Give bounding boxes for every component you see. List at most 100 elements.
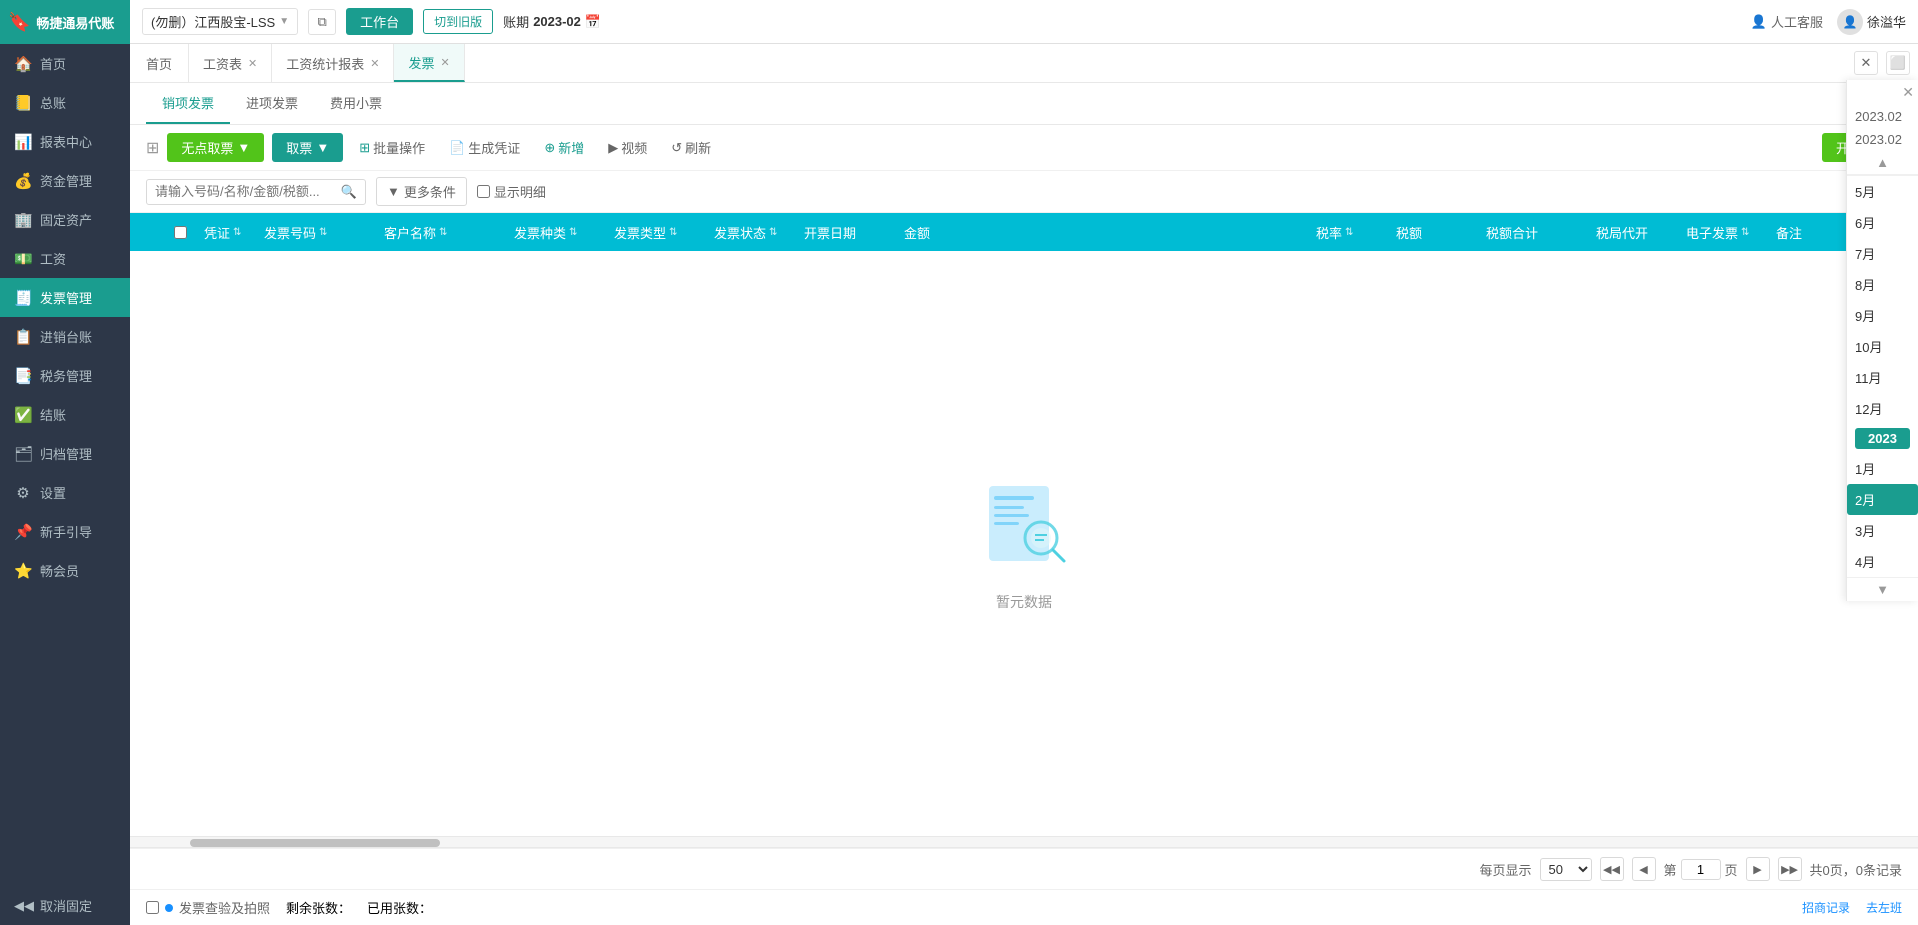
sidebar-item-checkout[interactable]: ✅ 结账 bbox=[0, 395, 130, 434]
tabbar-maximize-button[interactable]: ⬜ bbox=[1886, 51, 1910, 75]
th-e-invoice[interactable]: 电子发票 ⇅ bbox=[1680, 223, 1770, 242]
join-record-link[interactable]: 招商记录 bbox=[1802, 899, 1850, 916]
scrollbar-thumb[interactable] bbox=[190, 839, 440, 847]
company-dropdown-icon: ▼ bbox=[279, 16, 289, 27]
workbench-button[interactable]: 工作台 bbox=[346, 8, 413, 35]
date-record-2[interactable]: 2023.02 bbox=[1847, 128, 1918, 151]
subtab-sales-invoice[interactable]: 销项发票 bbox=[146, 83, 230, 124]
month-2[interactable]: 2月 bbox=[1847, 484, 1918, 515]
pre-year-month-12[interactable]: 12月 bbox=[1847, 393, 1918, 424]
tax-icon: 📑 bbox=[14, 367, 32, 385]
th-cert[interactable]: 凭证 ⇅ bbox=[198, 223, 258, 242]
company-selector[interactable]: (勿删）江西股宝-LSS ▼ bbox=[142, 8, 298, 35]
last-page-button[interactable]: ▶▶ bbox=[1778, 857, 1802, 881]
no-invoice-button[interactable]: 无点取票 ▼ bbox=[167, 133, 264, 162]
date-scroll-up[interactable]: ▲ bbox=[1847, 151, 1918, 175]
sidebar-item-funds[interactable]: 💰 资金管理 bbox=[0, 161, 130, 200]
generate-cert-label: 生成凭证 bbox=[468, 138, 520, 157]
sidebar-label-archive: 归档管理 bbox=[40, 444, 92, 463]
th-customer-label: 客户名称 bbox=[384, 223, 436, 242]
tab-salary-table[interactable]: 工资表 ✕ bbox=[189, 44, 272, 82]
show-detail-checkbox-wrap[interactable]: 显示明细 bbox=[477, 182, 546, 201]
date-record-2-label: 2023.02 bbox=[1855, 132, 1902, 147]
date-record-1[interactable]: 2023.02 bbox=[1847, 105, 1918, 128]
tab-salary-stats[interactable]: 工资统计报表 ✕ bbox=[272, 44, 394, 82]
sidebar-item-settings[interactable]: ⚙ 设置 bbox=[0, 473, 130, 512]
subtabs: 销项发票 进项发票 费用小票 bbox=[130, 83, 1918, 125]
tab-invoice[interactable]: 发票 ✕ bbox=[394, 44, 464, 82]
pre-year-month-5[interactable]: 5月 bbox=[1847, 176, 1918, 207]
sales-ledger-icon: 📋 bbox=[14, 328, 32, 346]
th-customer[interactable]: 客户名称 ⇅ bbox=[378, 223, 508, 242]
subtab-expense-receipt[interactable]: 费用小票 bbox=[314, 83, 398, 124]
sidebar-item-archive[interactable]: 🗂 归档管理 bbox=[0, 434, 130, 473]
tab-salary-stats-close[interactable]: ✕ bbox=[370, 57, 379, 70]
search-icon[interactable]: 🔍 bbox=[341, 184, 357, 200]
switch-version-button[interactable]: 切到旧版 bbox=[423, 9, 493, 34]
next-page-button[interactable]: ▶ bbox=[1746, 857, 1770, 881]
add-button[interactable]: ⊕ 新增 bbox=[536, 133, 592, 162]
sidebar-item-reports[interactable]: 📊 报表中心 bbox=[0, 122, 130, 161]
show-detail-checkbox[interactable] bbox=[477, 185, 490, 198]
tab-invoice-close[interactable]: ✕ bbox=[441, 56, 450, 69]
select-all-checkbox[interactable] bbox=[174, 226, 187, 239]
go-right-link[interactable]: 去左班 bbox=[1866, 899, 1902, 916]
pre-year-month-9[interactable]: 9月 bbox=[1847, 300, 1918, 331]
sidebar-item-home[interactable]: 🏠 首页 bbox=[0, 44, 130, 83]
month-3[interactable]: 3月 bbox=[1847, 515, 1918, 546]
user-name: 徐溢华 bbox=[1867, 12, 1906, 31]
grid-view-toggle[interactable]: ⊞ bbox=[146, 138, 159, 158]
th-checkbox[interactable] bbox=[168, 226, 198, 239]
per-page-select[interactable]: 50 10 20 100 bbox=[1540, 858, 1592, 881]
period-calendar-icon[interactable]: 📅 bbox=[585, 14, 601, 30]
first-page-button[interactable]: ◀◀ bbox=[1600, 857, 1624, 881]
unpin-button[interactable]: ◀◀ 取消固定 bbox=[0, 886, 130, 925]
sidebar-item-ledger[interactable]: 📒 总账 bbox=[0, 83, 130, 122]
tab-salary-table-close[interactable]: ✕ bbox=[248, 57, 257, 70]
panel-close-button[interactable]: ✕ bbox=[1902, 84, 1914, 101]
pre-year-month-11[interactable]: 11月 bbox=[1847, 362, 1918, 393]
month-4[interactable]: 4月 bbox=[1847, 546, 1918, 577]
copy-button[interactable]: ⧉ bbox=[308, 9, 336, 35]
sidebar-item-fixed-assets[interactable]: 🏢 固定资产 bbox=[0, 200, 130, 239]
customer-service-button[interactable]: 👤 人工客服 bbox=[1751, 12, 1823, 31]
pre-year-month-10[interactable]: 10月 bbox=[1847, 331, 1918, 362]
refresh-button[interactable]: ↺ 刷新 bbox=[663, 133, 719, 162]
video-button[interactable]: ▶ 视频 bbox=[600, 133, 655, 162]
refresh-label: 刷新 bbox=[685, 138, 711, 157]
th-status[interactable]: 发票状态 ⇅ bbox=[708, 223, 798, 242]
sidebar-item-sales-ledger[interactable]: 📋 进销台账 bbox=[0, 317, 130, 356]
th-invoice-type[interactable]: 发票种类 ⇅ bbox=[508, 223, 608, 242]
pre-year-month-8[interactable]: 8月 bbox=[1847, 269, 1918, 300]
batch-ops-button[interactable]: ⊞ 批量操作 bbox=[351, 133, 433, 162]
th-invoice-type-label: 发票种类 bbox=[514, 223, 566, 242]
sidebar-item-tax[interactable]: 📑 税务管理 bbox=[0, 356, 130, 395]
date-scroll-down[interactable]: ▼ bbox=[1847, 577, 1918, 601]
prev-page-button[interactable]: ◀ bbox=[1632, 857, 1656, 881]
salary-icon: 💵 bbox=[14, 250, 32, 268]
sidebar-item-invoice[interactable]: 🧾 发票管理 bbox=[0, 278, 130, 317]
pre-year-month-7[interactable]: 7月 bbox=[1847, 238, 1918, 269]
generate-cert-button[interactable]: 📄 生成凭证 bbox=[441, 133, 528, 162]
e-invoice-sort-icon: ⇅ bbox=[1741, 227, 1749, 238]
sidebar-item-guide[interactable]: 📌 新手引导 bbox=[0, 512, 130, 551]
sidebar-item-salary[interactable]: 💵 工资 bbox=[0, 239, 130, 278]
more-conditions-button[interactable]: ▼ 更多条件 bbox=[376, 177, 467, 206]
page-input[interactable] bbox=[1681, 859, 1721, 880]
th-invoice-cat[interactable]: 发票类型 ⇅ bbox=[608, 223, 708, 242]
th-tax-rate[interactable]: 税率 ⇅ bbox=[1310, 223, 1390, 242]
horizontal-scrollbar[interactable] bbox=[130, 836, 1918, 848]
subtab-purchase-invoice[interactable]: 进项发票 bbox=[230, 83, 314, 124]
search-input[interactable] bbox=[155, 184, 335, 199]
pre-year-month-6[interactable]: 6月 bbox=[1847, 207, 1918, 238]
sidebar-item-member[interactable]: ⭐ 畅会员 bbox=[0, 551, 130, 590]
video-label: 视频 bbox=[621, 138, 647, 157]
guide-icon: 📌 bbox=[14, 523, 32, 541]
get-invoice-button[interactable]: 取票 ▼ bbox=[272, 133, 343, 162]
th-invoice-no[interactable]: 发票号码 ⇅ bbox=[258, 223, 378, 242]
invoice-check-checkbox[interactable] bbox=[146, 901, 159, 914]
user-menu[interactable]: 👤 徐溢华 bbox=[1837, 9, 1906, 35]
tab-home[interactable]: 首页 bbox=[130, 44, 189, 82]
tabbar-close-button[interactable]: ✕ bbox=[1854, 51, 1878, 75]
month-1[interactable]: 1月 bbox=[1847, 453, 1918, 484]
